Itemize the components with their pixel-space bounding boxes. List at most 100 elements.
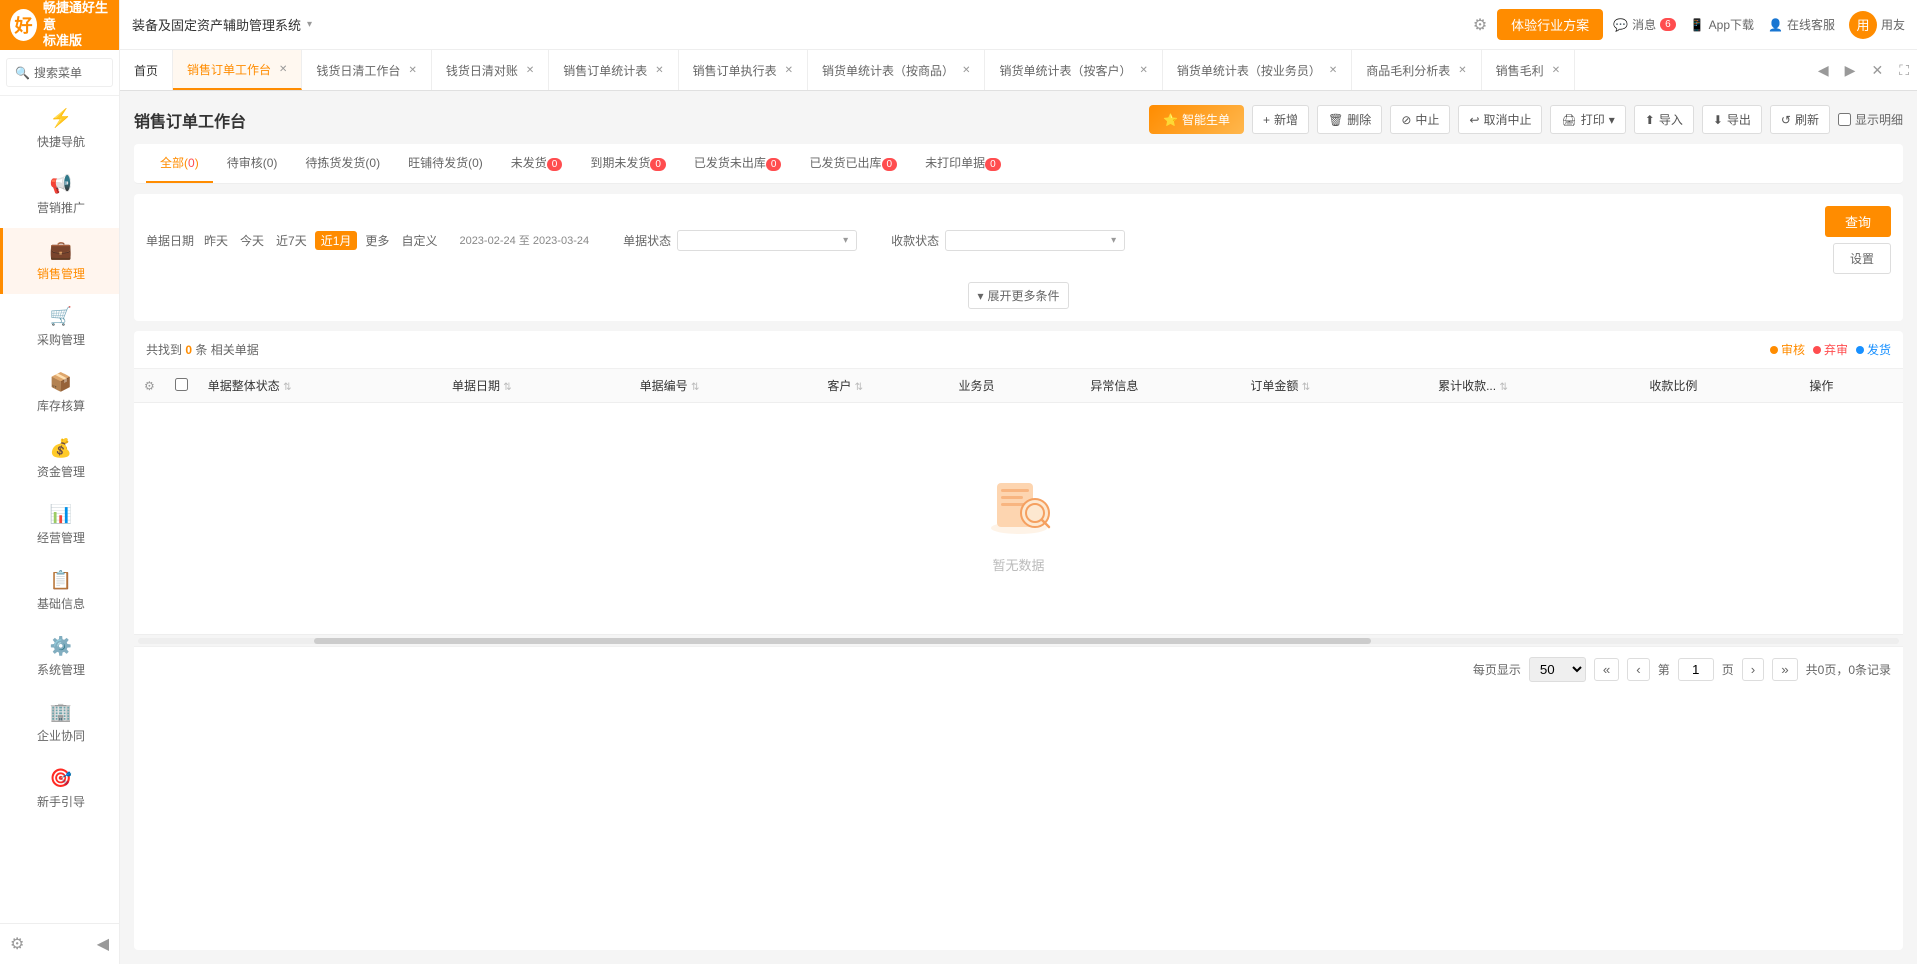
show-detail-checkbox[interactable] (1838, 113, 1851, 126)
filter-tab-all[interactable]: 全部(0) (146, 144, 213, 183)
empty-state: 暂无数据 (134, 403, 1903, 634)
filter-tab-pending[interactable]: 待审核(0) (213, 144, 292, 183)
tab-close-cash-daily[interactable]: ✕ (408, 65, 416, 76)
expand-button[interactable]: ▾ 展开更多条件 (968, 282, 1068, 309)
first-page-button[interactable]: « (1594, 658, 1619, 681)
filter-right-area: 查询 设置 (1825, 206, 1891, 274)
tab-sales-workbench[interactable]: 销售订单工作台 ✕ (173, 50, 302, 90)
collapse-sidebar-icon[interactable]: ◀ (97, 934, 109, 954)
page-size-select[interactable]: 50 10 20 100 (1529, 657, 1586, 682)
tab-cargo-stats-product[interactable]: 销货单统计表（按商品） ✕ (808, 50, 985, 90)
tab-close-margin-analysis[interactable]: ✕ (1458, 65, 1466, 76)
sidebar-item-sales[interactable]: 💼 销售管理 (0, 228, 119, 294)
sidebar-item-guide[interactable]: 🎯 新手引导 (0, 756, 119, 822)
tab-close-cargo-stats-product[interactable]: ✕ (962, 65, 970, 76)
delete-button[interactable]: 🗑 删除 (1317, 105, 1382, 134)
search-menu-button[interactable]: 🔍 搜索菜单 (6, 58, 113, 87)
add-button[interactable]: + 新增 (1252, 105, 1309, 134)
tab-close-cargo-stats-customer[interactable]: ✕ (1139, 65, 1147, 76)
status-select[interactable]: ▾ (677, 230, 857, 251)
tab-close-cash-reconcile[interactable]: ✕ (526, 65, 534, 76)
date-opt-yesterday[interactable]: 昨天 (200, 230, 232, 251)
date-opt-more[interactable]: 更多 (361, 230, 393, 251)
tab-sales-profit[interactable]: 销售毛利 ✕ (1482, 50, 1575, 90)
tab-home[interactable]: 首页 (120, 50, 173, 90)
user-item[interactable]: 用 用友 (1849, 11, 1905, 39)
filter-tab-shipped-warehoused[interactable]: 已发货已出库0 (795, 144, 911, 183)
select-all-checkbox[interactable] (175, 378, 188, 391)
tab-close-cargo-stats-staff[interactable]: ✕ (1329, 65, 1337, 76)
tab-sales-exec[interactable]: 销售订单执行表 ✕ (679, 50, 808, 90)
refresh-button[interactable]: ↺ 刷新 (1770, 105, 1830, 134)
tab-margin-analysis[interactable]: 商品毛利分析表 ✕ (1352, 50, 1481, 90)
sidebar-item-inventory[interactable]: 📦 库存核算 (0, 360, 119, 426)
page-number-input[interactable] (1678, 658, 1714, 681)
filter-tab-not-shipped[interactable]: 未发货0 (497, 144, 577, 183)
tab-close-sales-stats[interactable]: ✕ (655, 65, 663, 76)
date-opt-1month[interactable]: 近1月 (315, 231, 358, 250)
customer-sort-icon[interactable]: ⇅ (855, 382, 863, 393)
number-sort-icon[interactable]: ⇅ (691, 382, 699, 393)
tab-close-sales-workbench[interactable]: ✕ (279, 64, 287, 75)
tab-sales-stats[interactable]: 销售订单统计表 ✕ (549, 50, 678, 90)
sidebar-item-marketing[interactable]: 📢 营销推广 (0, 162, 119, 228)
settings-bottom-icon[interactable]: ⚙ (10, 934, 24, 954)
app-download-item[interactable]: 📱 App下载 (1690, 16, 1754, 33)
date-sort-icon[interactable]: ⇅ (503, 382, 511, 393)
tab-cargo-stats-customer[interactable]: 销货单统计表（按客户） ✕ (985, 50, 1162, 90)
sidebar-item-enterprise[interactable]: 🏢 企业协同 (0, 690, 119, 756)
amount-sort-icon[interactable]: ⇅ (1302, 382, 1310, 393)
date-opt-custom[interactable]: 自定义 (397, 230, 441, 251)
tab-close-sales-exec[interactable]: ✕ (785, 65, 793, 76)
cancel-audit-action[interactable]: 弃审 (1813, 341, 1848, 358)
filter-tab-shipped-not-warehoused[interactable]: 已发货未出库0 (680, 144, 796, 183)
tab-fullscreen[interactable]: ⛶ (1891, 50, 1917, 90)
tab-close-sales-profit[interactable]: ✕ (1552, 65, 1560, 76)
sidebar-item-system[interactable]: ⚙️ 系统管理 (0, 624, 119, 690)
table-body: 暂无数据 (134, 403, 1903, 635)
horizontal-scrollbar[interactable] (134, 634, 1903, 646)
prev-page-button[interactable]: ‹ (1627, 658, 1649, 681)
query-button[interactable]: 查询 (1825, 206, 1891, 237)
audit-action[interactable]: 审核 (1770, 341, 1805, 358)
filter-tab-not-printed[interactable]: 未打印单据0 (911, 144, 1015, 183)
sidebar-item-purchase[interactable]: 🛒 采购管理 (0, 294, 119, 360)
message-item[interactable]: 💬 消息 6 (1613, 16, 1676, 33)
solution-button[interactable]: 体验行业方案 (1497, 9, 1603, 40)
sidebar-item-quicknav[interactable]: ⚡ 快捷导航 (0, 96, 119, 162)
empty-text: 暂无数据 (992, 555, 1044, 574)
filter-tab-wangpu[interactable]: 旺铺待发货(0) (394, 144, 497, 183)
tab-cash-reconcile[interactable]: 钱货日清对账 ✕ (432, 50, 549, 90)
sidebar-item-operations[interactable]: 📊 经营管理 (0, 492, 119, 558)
status-sort-icon[interactable]: ⇅ (283, 382, 291, 393)
online-service-item[interactable]: 👤 在线客服 (1768, 16, 1835, 33)
topbar-settings-icon[interactable]: ⚙ (1473, 15, 1487, 35)
tab-scroll-left[interactable]: ◀ (1810, 50, 1837, 90)
th-operations: 操作 (1799, 369, 1903, 403)
next-page-button[interactable]: › (1742, 658, 1764, 681)
cancel-stop-button[interactable]: ↩ 取消中止 (1458, 105, 1542, 134)
filter-tab-pending-inspect[interactable]: 待拣货发货(0) (291, 144, 394, 183)
ship-action[interactable]: 发货 (1856, 341, 1891, 358)
tab-close-all[interactable]: ✕ (1863, 50, 1891, 90)
sidebar-item-basic[interactable]: 📋 基础信息 (0, 558, 119, 624)
smart-generate-button[interactable]: ⭐ 智能生单 (1149, 105, 1244, 134)
sales-icon: 💼 (50, 240, 72, 261)
tab-scroll-right[interactable]: ▶ (1837, 50, 1864, 90)
sidebar-search-area[interactable]: 🔍 搜索菜单 (0, 50, 119, 96)
date-opt-7days[interactable]: 近7天 (272, 230, 311, 251)
tab-cash-daily[interactable]: 钱货日清工作台 ✕ (302, 50, 431, 90)
filter-tab-expired-not-shipped[interactable]: 到期未发货0 (576, 144, 680, 183)
sidebar-item-finance[interactable]: 💰 资金管理 (0, 426, 119, 492)
tab-cargo-stats-staff[interactable]: 销货单统计表（按业务员） ✕ (1163, 50, 1352, 90)
stop-button[interactable]: ⊘ 中止 (1390, 105, 1450, 134)
payment-select[interactable]: ▾ (945, 230, 1125, 251)
set-button[interactable]: 设置 (1833, 243, 1891, 274)
content-area: 销售订单工作台 ⭐ 智能生单 + 新增 🗑 删除 ⊘ 中止 (120, 91, 1917, 964)
print-button[interactable]: 🖨 打印 ▾ (1550, 105, 1625, 134)
import-button[interactable]: ⬆ 导入 (1634, 105, 1694, 134)
received-sort-icon[interactable]: ⇅ (1499, 382, 1507, 393)
last-page-button[interactable]: » (1772, 658, 1797, 681)
export-button[interactable]: ⬇ 导出 (1702, 105, 1762, 134)
date-opt-today[interactable]: 今天 (236, 230, 268, 251)
